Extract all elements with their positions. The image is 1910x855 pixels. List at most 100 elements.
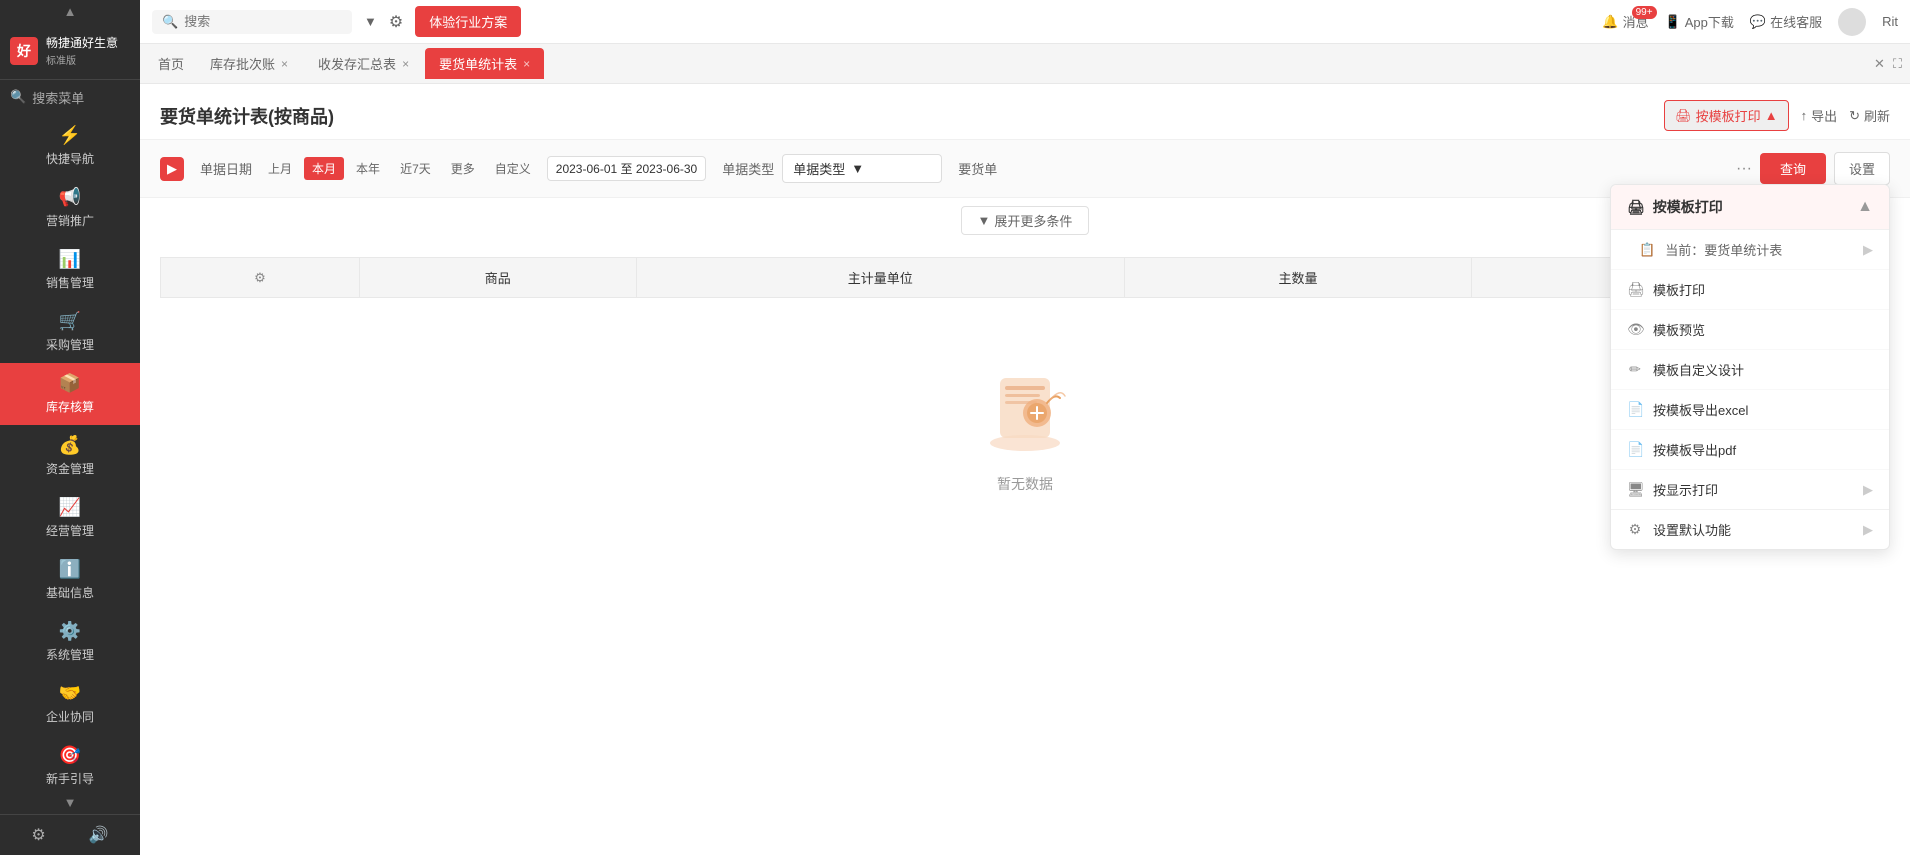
sidebar-scroll-down[interactable]: ▼ xyxy=(0,791,140,814)
dropdown-current-item[interactable]: 📋 当前：要货单统计表 ▶ xyxy=(1611,230,1889,270)
tab-inventory-batch[interactable]: 库存批次账 × xyxy=(196,48,302,79)
col-settings[interactable]: ⚙ xyxy=(161,258,360,298)
sidebar-item-finance[interactable]: 💰 资金管理 xyxy=(0,425,140,487)
type-filter-select[interactable]: 单据类型 ▼ xyxy=(782,154,942,183)
dropdown-set-default[interactable]: ⚙ 设置默认功能 ▶ xyxy=(1611,510,1889,549)
filter-more-icon[interactable]: ··· xyxy=(1736,160,1752,178)
online-service-btn[interactable]: 💬 在线客服 xyxy=(1750,12,1822,31)
template-print-icon: 🖨 xyxy=(1627,281,1643,298)
export-icon: ↑ xyxy=(1801,108,1808,123)
sidebar-item-guide[interactable]: 🎯 新手引导 xyxy=(0,735,140,791)
dropdown-export-excel[interactable]: 📄 按模板导出excel xyxy=(1611,390,1889,430)
date-tab-last-month[interactable]: 上月 xyxy=(260,157,300,180)
main-content: 🔍 ▼ ⚙ 体验行业方案 🔔 消息 99+ 📱 App下载 💬 在线客服 Rit xyxy=(140,0,1910,855)
tab-label: 库存批次账 xyxy=(210,54,275,73)
industry-btn[interactable]: 体验行业方案 xyxy=(415,6,521,37)
date-tab-year[interactable]: 本年 xyxy=(348,157,388,180)
export-excel-icon: 📄 xyxy=(1627,401,1643,418)
dropdown-export-pdf[interactable]: 📄 按模板导出pdf xyxy=(1611,430,1889,470)
template-preview-icon: 👁 xyxy=(1627,321,1643,338)
dropdown-close-btn[interactable]: ▲ xyxy=(1857,198,1873,216)
close-window-icon[interactable]: ✕ xyxy=(1874,56,1885,72)
date-tab-7days[interactable]: 近7天 xyxy=(392,157,439,180)
nav-label: 经营管理 xyxy=(46,522,94,539)
empty-text: 暂无数据 xyxy=(997,474,1053,494)
maximize-window-icon[interactable]: ⛶ xyxy=(1893,56,1902,72)
dropdown-template-design[interactable]: ✏ 模板自定义设计 xyxy=(1611,350,1889,390)
settings-footer-btn[interactable]: ⚙ xyxy=(31,825,45,845)
display-print-arrow: ▶ xyxy=(1863,482,1873,498)
tab-requisition-stats[interactable]: 要货单统计表 × xyxy=(425,48,544,79)
filter-settings-btn[interactable]: 设置 xyxy=(1834,152,1890,185)
dropdown-template-print[interactable]: 🖨 模板打印 xyxy=(1611,270,1889,310)
query-btn[interactable]: 查询 xyxy=(1760,153,1826,184)
operations-icon: 📈 xyxy=(59,497,81,518)
expand-label: 展开更多条件 xyxy=(994,211,1072,230)
online-service-icon: 💬 xyxy=(1750,14,1766,30)
dropdown-title: 🖨 按模板打印 xyxy=(1627,197,1723,217)
nav-label: 快捷导航 xyxy=(46,150,94,167)
inventory-icon: 📦 xyxy=(59,373,81,394)
filter-expand-btn[interactable]: ▶ xyxy=(160,157,184,181)
print-dropdown-arrow: ▲ xyxy=(1765,108,1778,123)
export-btn[interactable]: ↑ 导出 xyxy=(1801,106,1838,125)
speaker-footer-btn[interactable]: 🔊 xyxy=(89,825,109,845)
date-range-display[interactable]: 2023-06-01 至 2023-06-30 xyxy=(547,156,706,181)
sidebar-search[interactable]: 🔍 搜索菜单 xyxy=(0,80,140,115)
date-tab-custom[interactable]: 自定义 xyxy=(487,157,539,180)
display-print-icon: 🖥 xyxy=(1627,481,1643,498)
app-download-icon: 📱 xyxy=(1665,14,1681,30)
goods-filter-group: 要货单 xyxy=(958,159,997,178)
sidebar-item-inventory[interactable]: 📦 库存核算 xyxy=(0,363,140,425)
expand-more-btn[interactable]: ▼ 展开更多条件 xyxy=(961,206,1090,235)
sidebar: ▲ 好 畅捷通好生意 标准版 🔍 搜索菜单 ⚡ 快捷导航 📢 营销推广 📊 销售… xyxy=(0,0,140,855)
page-content: 要货单统计表(按商品) 🖨 按模板打印 ▲ ↑ 导出 ↻ 刷新 ▶ xyxy=(140,84,1910,855)
sidebar-item-operations[interactable]: 📈 经营管理 xyxy=(0,487,140,549)
sidebar-item-purchase[interactable]: 🛒 采购管理 xyxy=(0,301,140,363)
refresh-label: 刷新 xyxy=(1864,106,1890,125)
logo-text: 畅捷通好生意 标准版 xyxy=(46,35,118,67)
dropdown-template-preview[interactable]: 👁 模板预览 xyxy=(1611,310,1889,350)
topbar-gear-icon[interactable]: ⚙ xyxy=(389,12,403,32)
tab-close-requisition-stats[interactable]: × xyxy=(523,57,530,71)
search-bar-icon: 🔍 xyxy=(162,14,178,30)
search-bar[interactable]: 🔍 xyxy=(152,10,352,34)
tab-label: 要货单统计表 xyxy=(439,54,517,73)
online-service-label: 在线客服 xyxy=(1770,12,1822,31)
search-input[interactable] xyxy=(184,14,304,29)
dropdown-display-print[interactable]: 🖥 按显示打印 ▶ xyxy=(1611,470,1889,510)
print-btn[interactable]: 🖨 按模板打印 ▲ xyxy=(1664,100,1788,131)
date-tab-current-month[interactable]: 本月 xyxy=(304,157,344,180)
tab-close-inventory-batch[interactable]: × xyxy=(281,57,288,71)
quick-nav-icon: ⚡ xyxy=(59,125,81,146)
tab-maximize-controls: ✕ ⛶ xyxy=(1874,56,1902,72)
user-avatar[interactable] xyxy=(1838,8,1866,36)
sidebar-item-system[interactable]: ⚙️ 系统管理 xyxy=(0,611,140,673)
sidebar-item-marketing[interactable]: 📢 营销推广 xyxy=(0,177,140,239)
search-dropdown-arrow[interactable]: ▼ xyxy=(364,14,377,29)
sidebar-item-sales[interactable]: 📊 销售管理 xyxy=(0,239,140,301)
date-tab-more[interactable]: 更多 xyxy=(443,157,483,180)
tab-close-collection-summary[interactable]: × xyxy=(402,57,409,71)
tab-home[interactable]: 首页 xyxy=(148,48,194,79)
system-icon: ⚙️ xyxy=(59,621,81,642)
app-download-btn[interactable]: 📱 App下载 xyxy=(1665,12,1734,31)
notification-badge: 99+ xyxy=(1632,6,1657,19)
sidebar-scroll-up[interactable]: ▲ xyxy=(0,0,140,23)
tab-collection-summary[interactable]: 收发存汇总表 × xyxy=(304,48,423,79)
dropdown-title-text: 按模板打印 xyxy=(1653,197,1723,217)
sidebar-item-basic-info[interactable]: ℹ️ 基础信息 xyxy=(0,549,140,611)
nav-label: 库存核算 xyxy=(46,398,94,415)
nav-label: 新手引导 xyxy=(46,770,94,787)
export-label: 导出 xyxy=(1811,106,1837,125)
empty-illustration xyxy=(975,358,1075,458)
notifications-btn[interactable]: 🔔 消息 99+ xyxy=(1602,12,1648,31)
refresh-btn[interactable]: ↻ 刷新 xyxy=(1849,106,1890,125)
nav-label: 企业协同 xyxy=(46,708,94,725)
printer-icon: 🖨 xyxy=(1627,199,1645,216)
table-settings-icon[interactable]: ⚙ xyxy=(254,270,266,285)
topbar: 🔍 ▼ ⚙ 体验行业方案 🔔 消息 99+ 📱 App下载 💬 在线客服 Rit xyxy=(140,0,1910,44)
sidebar-item-enterprise[interactable]: 🤝 企业协同 xyxy=(0,673,140,735)
dropdown-header: 🖨 按模板打印 ▲ xyxy=(1611,185,1889,230)
sidebar-item-quick-nav[interactable]: ⚡ 快捷导航 xyxy=(0,115,140,177)
